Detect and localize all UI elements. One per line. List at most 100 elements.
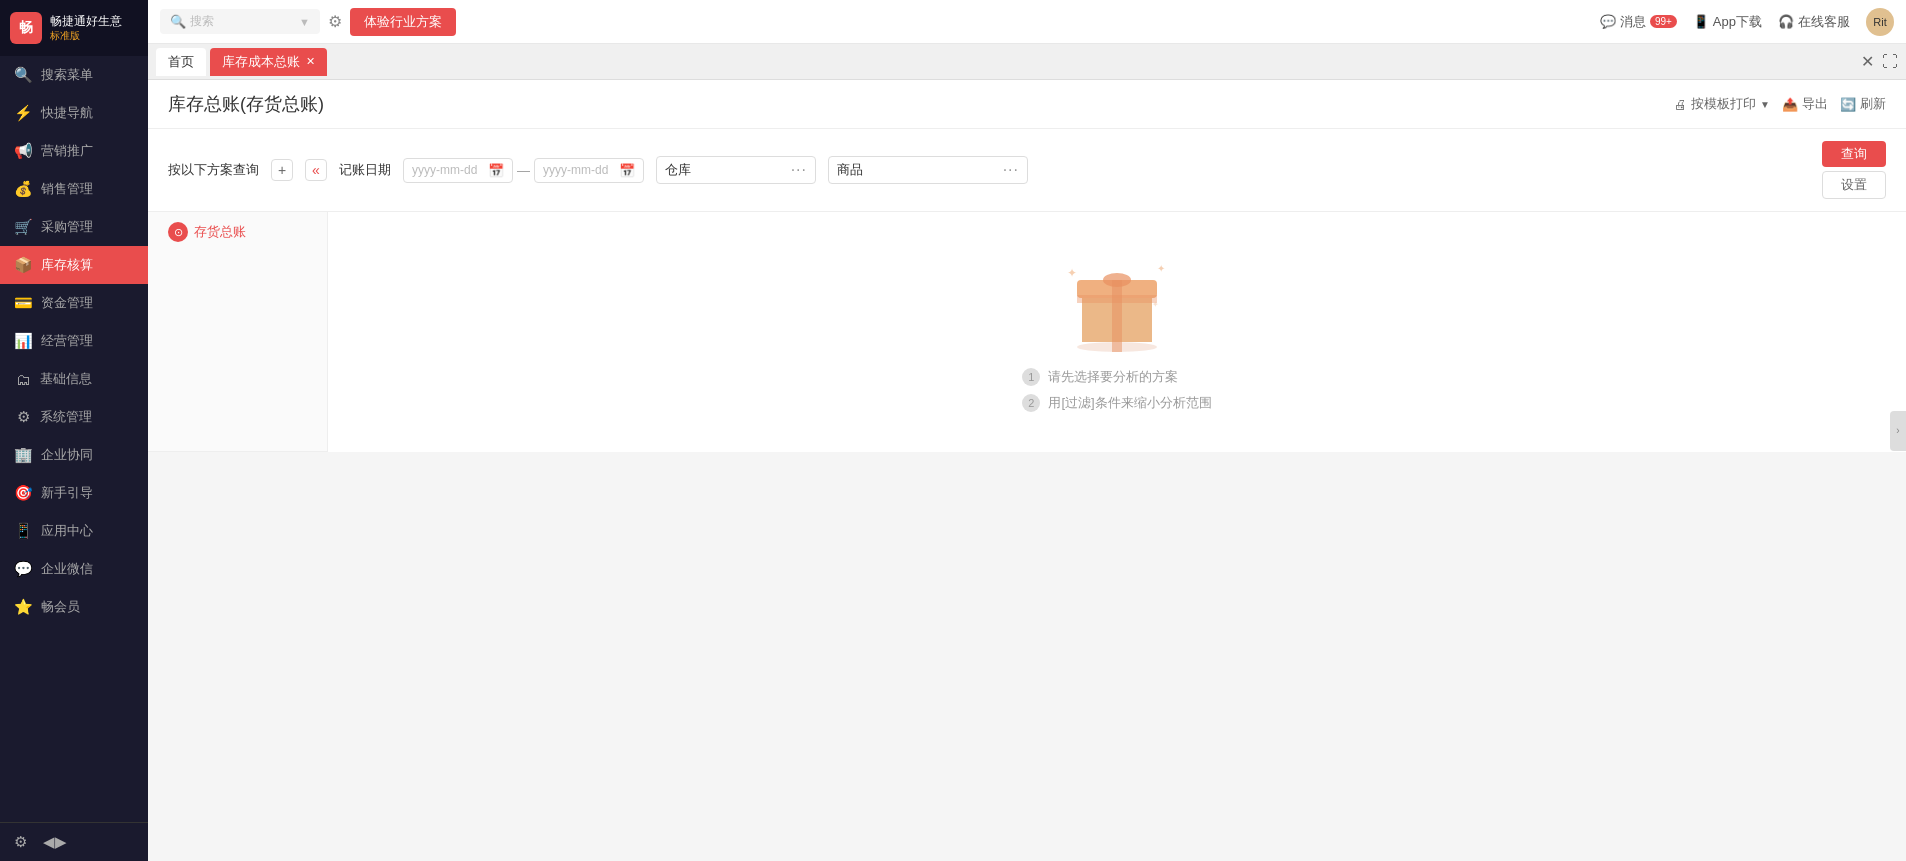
sidebar-item-label: 资金管理 — [41, 294, 93, 312]
user-avatar[interactable]: Rit — [1866, 8, 1894, 36]
cart-icon: 🛒 — [14, 218, 33, 236]
sidebar-item-marketing[interactable]: 📢 营销推广 — [0, 132, 148, 170]
refresh-btn[interactable]: 🔄 刷新 — [1840, 95, 1886, 113]
product-more-icon: ··· — [1003, 161, 1019, 179]
page-header: 库存总账(存货总账) 🖨 按模板打印 ▼ 📤 导出 🔄 刷新 — [148, 80, 1906, 129]
sidebar-item-label: 系统管理 — [40, 408, 92, 426]
warehouse-more-icon: ··· — [791, 161, 807, 179]
product-filter[interactable]: 商品 ··· — [828, 156, 1028, 184]
download-icon: 📱 — [1693, 14, 1709, 29]
sidebar-item-sales[interactable]: 💰 销售管理 — [0, 170, 148, 208]
svg-rect-4 — [1112, 280, 1122, 352]
industry-btn[interactable]: 体验行业方案 — [350, 8, 456, 36]
sidebar-item-member[interactable]: ⭐ 畅会员 — [0, 588, 148, 626]
service-icon: 🎧 — [1778, 14, 1794, 29]
sidebar-item-wechat[interactable]: 💬 企业微信 — [0, 550, 148, 588]
sidebar-item-label: 应用中心 — [41, 522, 93, 540]
app-download-btn[interactable]: 📱 App下载 — [1693, 13, 1762, 31]
card-icon: 💳 — [14, 294, 33, 312]
chat-icon: 💬 — [14, 560, 33, 578]
tab-inventory-cost[interactable]: 库存成本总账 ✕ — [210, 48, 327, 76]
sidebar-item-label: 畅会员 — [41, 598, 80, 616]
settings-button[interactable]: 设置 — [1822, 171, 1886, 199]
online-service-label: 在线客服 — [1798, 13, 1850, 31]
date-filter-label: 记账日期 — [339, 161, 391, 179]
date-start-placeholder: yyyy-mm-dd — [412, 163, 477, 177]
export-btn[interactable]: 📤 导出 — [1782, 95, 1828, 113]
sidebar-item-label: 基础信息 — [40, 370, 92, 388]
scheme-item-inventory-ledger[interactable]: ⊙ 存货总账 — [168, 212, 307, 252]
message-label: 消息 — [1620, 13, 1646, 31]
collapse-button[interactable]: ◀▶ — [43, 833, 67, 851]
tab-inventory-cost-label: 库存成本总账 — [222, 53, 300, 71]
tab-home-label: 首页 — [168, 53, 194, 71]
query-button[interactable]: 查询 — [1822, 141, 1886, 167]
filter-action-buttons: 查询 设置 — [1822, 141, 1886, 199]
date-end-input[interactable]: yyyy-mm-dd 📅 — [534, 158, 644, 183]
sidebar-item-search[interactable]: 🔍 搜索菜单 — [0, 56, 148, 94]
date-start-input[interactable]: yyyy-mm-dd 📅 — [403, 158, 513, 183]
sidebar-item-inventory[interactable]: 📦 库存核算 — [0, 246, 148, 284]
sidebar-nav: 🔍 搜索菜单 ⚡ 快捷导航 📢 营销推广 💰 销售管理 🛒 采购管理 📦 库存核… — [0, 56, 148, 822]
tab-close-icon[interactable]: ✕ — [306, 55, 315, 68]
online-service-btn[interactable]: 🎧 在线客服 — [1778, 13, 1850, 31]
app-logo-icon: 畅 — [10, 12, 42, 44]
settings-icon-btn[interactable]: ⚙ — [328, 12, 342, 31]
date-range-group: yyyy-mm-dd 📅 — yyyy-mm-dd 📅 — [403, 158, 644, 183]
hint-num-1: 1 — [1022, 368, 1040, 386]
sidebar-item-label: 营销推广 — [41, 142, 93, 160]
tab-home[interactable]: 首页 — [156, 48, 206, 76]
refresh-icon: 🔄 — [1840, 97, 1856, 112]
sidebar-item-newbie[interactable]: 🎯 新手引导 — [0, 474, 148, 512]
chart-icon: 📊 — [14, 332, 33, 350]
filter-bar: 按以下方案查询 + « 记账日期 yyyy-mm-dd 📅 — yyyy-mm-… — [148, 129, 1906, 212]
sidebar-item-purchase[interactable]: 🛒 采购管理 — [0, 208, 148, 246]
sidebar-item-label: 采购管理 — [41, 218, 93, 236]
sidebar-item-label: 搜索菜单 — [41, 66, 93, 84]
sidebar-item-appstore[interactable]: 📱 应用中心 — [0, 512, 148, 550]
empty-hints: 1 请先选择要分析的方案 2 用[过滤]条件来缩小分析范围 — [1022, 368, 1211, 412]
tab-close-all-icon[interactable]: ✕ — [1861, 52, 1874, 71]
empty-state: ✦ ✦ ✦ 1 请先选择要分析的方案 2 用[过滤]条件来缩小分析范围 — [328, 212, 1906, 452]
content-area: 库存总账(存货总账) 🖨 按模板打印 ▼ 📤 导出 🔄 刷新 按以下方案查 — [148, 80, 1906, 861]
scheme-panel: ⊙ 存货总账 — [148, 212, 328, 452]
app-version: 标准版 — [50, 29, 122, 42]
sidebar-item-funds[interactable]: 💳 资金管理 — [0, 284, 148, 322]
sidebar-item-system[interactable]: ⚙ 系统管理 — [0, 398, 148, 436]
print-template-btn[interactable]: 🖨 按模板打印 ▼ — [1674, 95, 1770, 113]
app-logo-text: 畅捷通好生意 标准版 — [50, 14, 122, 43]
sidebar-item-enterprise[interactable]: 🏢 企业协同 — [0, 436, 148, 474]
export-icon: 📤 — [1782, 97, 1798, 112]
empty-hint-1: 1 请先选择要分析的方案 — [1022, 368, 1211, 386]
tabbar-right-actions: ✕ ⛶ — [1861, 52, 1898, 71]
sidebar: 畅 畅捷通好生意 标准版 🔍 搜索菜单 ⚡ 快捷导航 📢 营销推广 💰 销售管理… — [0, 0, 148, 861]
topbar-search[interactable]: 🔍 搜索 ▼ — [160, 9, 320, 34]
appstore-icon: 📱 — [14, 522, 33, 540]
tab-expand-icon[interactable]: ⛶ — [1882, 53, 1898, 71]
right-panel-toggle[interactable]: › — [1890, 411, 1906, 451]
search-placeholder: 搜索 — [190, 13, 214, 30]
filter-add-btn[interactable]: + — [271, 159, 293, 181]
sidebar-item-label: 销售管理 — [41, 180, 93, 198]
table-area: ✦ ✦ ✦ 1 请先选择要分析的方案 2 用[过滤]条件来缩小分析范围 — [328, 212, 1906, 452]
search-dropdown-icon: ▼ — [299, 16, 310, 28]
svg-text:✦: ✦ — [1067, 266, 1077, 280]
calendar-start-icon: 📅 — [488, 163, 504, 178]
sidebar-item-basic[interactable]: 🗂 基础信息 — [0, 360, 148, 398]
sidebar-item-operations[interactable]: 📊 经营管理 — [0, 322, 148, 360]
sidebar-item-shortcut[interactable]: ⚡ 快捷导航 — [0, 94, 148, 132]
filter-label: 按以下方案查询 — [168, 161, 259, 179]
scheme-icon: ⊙ — [168, 222, 188, 242]
building-icon: 🏢 — [14, 446, 33, 464]
date-separator: — — [517, 163, 530, 178]
empty-svg: ✦ ✦ ✦ — [1057, 252, 1177, 352]
message-badge: 99+ — [1650, 15, 1677, 28]
megaphone-icon: 📢 — [14, 142, 33, 160]
warehouse-filter[interactable]: 仓库 ··· — [656, 156, 816, 184]
settings-button[interactable]: ⚙ — [14, 833, 27, 851]
message-btn[interactable]: 💬 消息 99+ — [1600, 13, 1677, 31]
main-area: 🔍 搜索 ▼ ⚙ 体验行业方案 💬 消息 99+ 📱 App下载 🎧 在线客服 … — [148, 0, 1906, 861]
sidebar-item-label: 企业微信 — [41, 560, 93, 578]
filter-collapse-btn[interactable]: « — [305, 159, 327, 181]
page-title: 库存总账(存货总账) — [168, 92, 324, 116]
